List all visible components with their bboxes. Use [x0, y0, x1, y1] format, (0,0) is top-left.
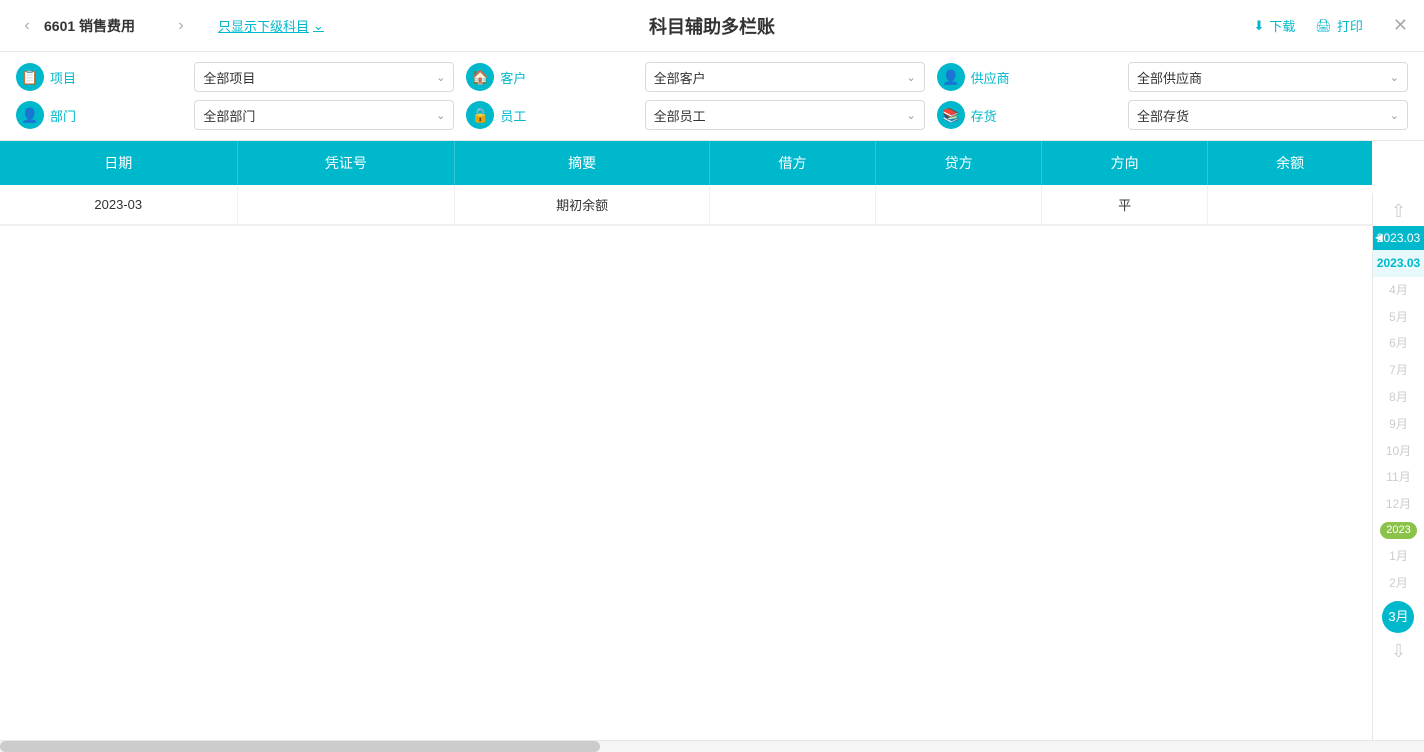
inventory-icon: 📚 [937, 101, 965, 129]
download-icon: ⬇ [1253, 18, 1264, 34]
panel-month-item[interactable]: 10月 [1380, 438, 1416, 465]
col-summary: 摘要 [455, 141, 710, 185]
next-account-button[interactable]: › [170, 15, 192, 37]
department-select[interactable]: 全部部门 ⌄ [194, 100, 454, 130]
voucher-cell [237, 185, 455, 225]
show-sub-toggle[interactable]: 只显示下级科目 ⌄ [218, 16, 324, 35]
download-label: 下载 [1269, 16, 1295, 35]
panel-month-item[interactable]: 1月 [1380, 543, 1416, 570]
employee-chevron-icon: ⌄ [906, 109, 915, 122]
nav-area: ‹ 6601 销售费用 › 只显示下级科目 ⌄ [16, 15, 324, 37]
print-button[interactable]: 🖨 打印 [1315, 16, 1363, 35]
right-panel: ⇧ 2023.03 2023.03 4月5月6月7月8月9月10月11月12月 2… [1372, 193, 1424, 740]
close-button[interactable]: ✕ [1393, 15, 1408, 36]
customer-select-value: 全部客户 [654, 68, 706, 87]
account-code-label: 6601 销售费用 [44, 16, 164, 36]
print-label: 打印 [1337, 16, 1363, 35]
debit-cell [709, 185, 875, 225]
supplier-icon: 👤 [937, 63, 965, 91]
year-badge[interactable]: 2023 [1380, 522, 1416, 539]
toolbar-right: ⬇ 下载 🖨 打印 ✕ [1253, 15, 1408, 36]
panel-month-item[interactable]: 2月 [1380, 570, 1416, 597]
employee-select[interactable]: 全部员工 ⌄ [645, 100, 925, 130]
project-select[interactable]: 全部项目 ⌄ [194, 62, 454, 92]
project-label-text: 项目 [50, 68, 76, 87]
project-select-value: 全部项目 [203, 68, 255, 87]
panel-month-item[interactable]: 7月 [1380, 357, 1416, 384]
summary-cell: 期初余额 [455, 185, 710, 225]
employee-select-value: 全部员工 [654, 106, 706, 125]
panel-month-item[interactable]: 4月 [1380, 277, 1416, 304]
main-window: ‹ 6601 销售费用 › 只显示下级科目 ⌄ 科目辅助多栏账 ⬇ 下载 🖨 打… [0, 0, 1424, 752]
customer-label-text: 客户 [500, 68, 526, 87]
supplier-chevron-icon: ⌄ [1390, 71, 1399, 84]
inventory-select[interactable]: 全部存货 ⌄ [1128, 100, 1408, 130]
filter-area: 📋 项目 全部项目 ⌄ 🏠 客户 全部客户 ⌄ 👤 供应商 全部供应商 ⌄ 👤 … [0, 52, 1424, 141]
department-select-value: 全部部门 [203, 106, 255, 125]
customer-filter-label: 🏠 客户 [466, 63, 632, 91]
project-icon: 📋 [16, 63, 44, 91]
department-icon: 👤 [16, 101, 44, 129]
employee-filter-label: 🔒 员工 [466, 101, 632, 129]
customer-chevron-icon: ⌄ [906, 71, 915, 84]
prev-account-button[interactable]: ‹ [16, 15, 38, 37]
current-month-badge[interactable]: 3月 [1382, 601, 1414, 633]
employee-label-text: 员工 [500, 106, 526, 125]
panel-month-item[interactable]: 11月 [1380, 464, 1416, 491]
inventory-filter-label: 📚 存货 [937, 101, 1116, 129]
panel-header-selected[interactable]: 2023.03 [1373, 226, 1424, 250]
balance-cell [1208, 185, 1372, 225]
col-balance: 余额 [1208, 141, 1372, 185]
customer-select[interactable]: 全部客户 ⌄ [645, 62, 925, 92]
download-button[interactable]: ⬇ 下载 [1253, 16, 1295, 35]
chevron-down-icon: ⌄ [313, 18, 324, 34]
panel-month-item[interactable]: 12月 [1380, 491, 1416, 518]
employee-icon: 🔒 [466, 101, 494, 129]
credit-cell [876, 185, 1042, 225]
scrollbar-thumb [0, 741, 600, 752]
department-label-text: 部门 [50, 106, 76, 125]
horizontal-scrollbar[interactable] [0, 740, 1424, 752]
col-credit: 贷方 [876, 141, 1042, 185]
print-icon: 🖨 [1315, 18, 1332, 34]
col-date: 日期 [0, 141, 237, 185]
panel-up-button[interactable]: ⇧ [1387, 197, 1410, 226]
top-bar: ‹ 6601 销售费用 › 只显示下级科目 ⌄ 科目辅助多栏账 ⬇ 下载 🖨 打… [0, 0, 1424, 52]
panel-month-item[interactable]: 8月 [1380, 384, 1416, 411]
panel-month-item[interactable]: 6月 [1380, 330, 1416, 357]
project-filter-label: 📋 项目 [16, 63, 182, 91]
inventory-label-text: 存货 [971, 106, 997, 125]
table-container: 日期 凭证号 摘要 借方 贷方 方向 余额 2023-03 期初余额 平 [0, 141, 1372, 740]
col-voucher: 凭证号 [237, 141, 455, 185]
ledger-table: 日期 凭证号 摘要 借方 贷方 方向 余额 2023-03 期初余额 平 [0, 141, 1372, 225]
panel-month-item[interactable]: 5月 [1380, 304, 1416, 331]
inventory-select-value: 全部存货 [1137, 106, 1189, 125]
page-title: 科目辅助多栏账 [649, 13, 775, 39]
show-sub-text: 只显示下级科目 [218, 16, 309, 35]
inventory-chevron-icon: ⌄ [1390, 109, 1399, 122]
department-chevron-icon: ⌄ [436, 109, 445, 122]
project-chevron-icon: ⌄ [436, 71, 445, 84]
panel-month-item[interactable]: 9月 [1380, 411, 1416, 438]
supplier-label-text: 供应商 [971, 68, 1010, 87]
supplier-select-value: 全部供应商 [1137, 68, 1202, 87]
panel-down-button[interactable]: ⇩ [1387, 637, 1410, 666]
date-cell: 2023-03 [0, 185, 237, 225]
panel-month-selected[interactable]: 2023.03 [1373, 250, 1424, 277]
customer-icon: 🏠 [466, 63, 494, 91]
department-filter-label: 👤 部门 [16, 101, 182, 129]
supplier-select[interactable]: 全部供应商 ⌄ [1128, 62, 1408, 92]
table-row[interactable]: 2023-03 期初余额 平 [0, 185, 1372, 225]
supplier-filter-label: 👤 供应商 [937, 63, 1116, 91]
direction-cell: 平 [1042, 185, 1208, 225]
col-debit: 借方 [709, 141, 875, 185]
col-direction: 方向 [1042, 141, 1208, 185]
